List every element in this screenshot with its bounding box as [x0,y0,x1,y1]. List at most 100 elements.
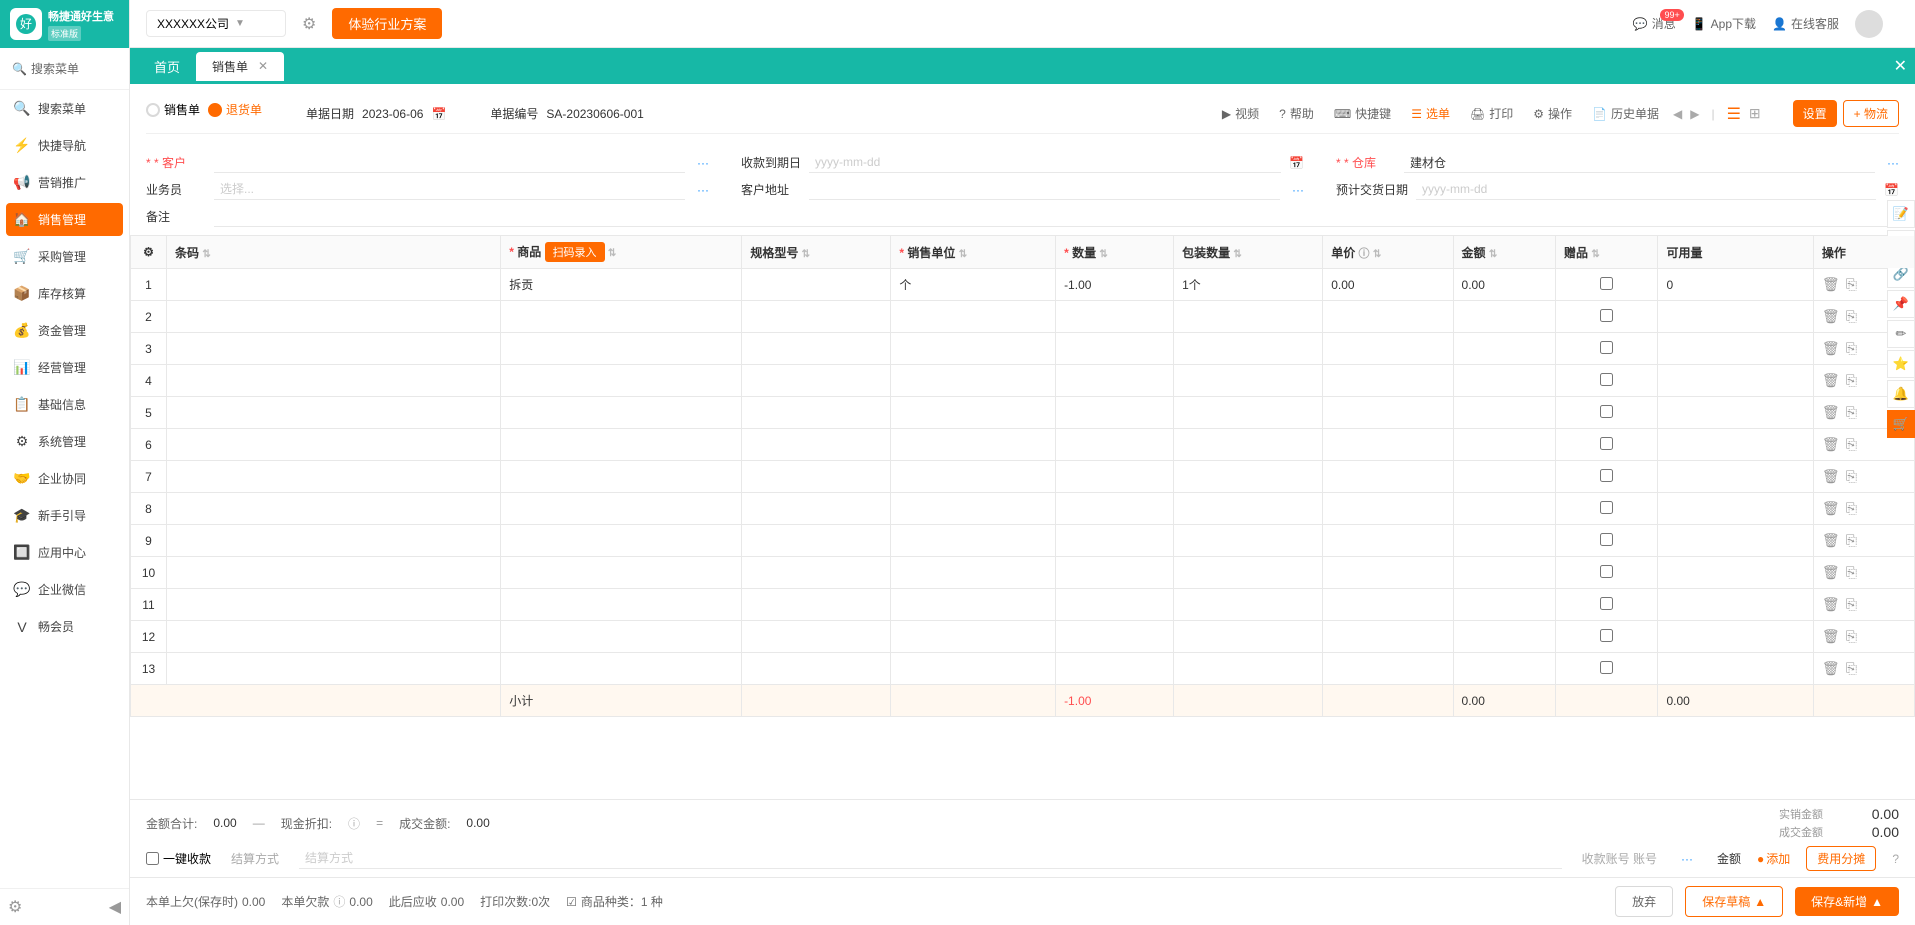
delete-icon-8[interactable]: 🗑 [1822,500,1840,517]
barcode-input-10[interactable] [175,566,492,580]
add-payment-btn[interactable]: ● 添加 [1757,850,1790,867]
settlement-input[interactable] [299,848,1562,869]
right-btn-8[interactable]: 🛒 [1887,410,1915,438]
barcode-input-12[interactable] [175,630,492,644]
cell-pkgqty-3[interactable] [1174,333,1323,365]
cell-price-1[interactable]: 0.00 [1323,269,1453,301]
cell-price-3[interactable] [1323,333,1453,365]
cell-barcode-13[interactable] [167,653,501,685]
delete-icon-6[interactable]: 🗑 [1822,436,1840,453]
gift-checkbox-7[interactable] [1600,469,1613,482]
cell-amount-7[interactable] [1453,461,1555,493]
cell-qty-7[interactable] [1056,461,1174,493]
copy-icon-13[interactable]: ⎘ [1846,660,1857,677]
shortcut-btn[interactable]: ⌨ 快捷键 [1328,103,1397,124]
warehouse-input[interactable] [1404,152,1875,173]
cell-spec-10[interactable] [742,557,891,589]
gift-checkbox-2[interactable] [1600,309,1613,322]
customer-input[interactable] [214,152,685,173]
onetime-checkbox[interactable] [146,852,159,865]
cell-unit-13[interactable] [891,653,1056,685]
sidebar-item-enterprise[interactable]: 🤝企业协同 [0,460,129,497]
discount-info-icon[interactable]: ⓘ [348,815,360,832]
delete-icon-3[interactable]: 🗑 [1822,340,1840,357]
sidebar-item-wechat[interactable]: 💬企业微信 [0,571,129,608]
barcode-input-13[interactable] [175,662,492,676]
cell-barcode-6[interactable] [167,429,501,461]
operate-btn[interactable]: ⚙ 操作 [1527,103,1578,124]
cell-amount-12[interactable] [1453,621,1555,653]
settings-gear-icon[interactable]: ⚙ [8,897,22,917]
close-all-icon[interactable]: ✕ [1894,56,1907,76]
delete-icon-5[interactable]: 🗑 [1822,404,1840,421]
logistics-button[interactable]: + 物流 [1843,100,1899,127]
barcode-input-9[interactable] [175,534,492,548]
cell-amount-6[interactable] [1453,429,1555,461]
cell-qty-12[interactable] [1056,621,1174,653]
message-btn[interactable]: 💬 消息 99+ [1633,15,1676,32]
delete-icon-13[interactable]: 🗑 [1822,660,1840,677]
cell-amount-8[interactable] [1453,493,1555,525]
cell-barcode-12[interactable] [167,621,501,653]
delete-icon-10[interactable]: 🗑 [1822,564,1840,581]
delete-icon-9[interactable]: 🗑 [1822,532,1840,549]
cell-gift-3[interactable] [1556,333,1658,365]
right-btn-5[interactable]: ✏ [1887,320,1915,348]
cell-amount-4[interactable] [1453,365,1555,397]
video-btn[interactable]: ▶ 视频 [1216,103,1265,124]
cell-spec-3[interactable] [742,333,891,365]
cell-barcode-5[interactable] [167,397,501,429]
cell-pkgqty-2[interactable] [1174,301,1323,333]
cell-product-10[interactable] [501,557,742,589]
cell-unit-12[interactable] [891,621,1056,653]
cell-unit-2[interactable] [891,301,1056,333]
right-btn-4[interactable]: 📌 [1887,290,1915,318]
cell-price-6[interactable] [1323,429,1453,461]
cell-product-6[interactable] [501,429,742,461]
cell-unit-1[interactable]: 个 [891,269,1056,301]
company-selector[interactable]: XXXXXX公司 ▼ [146,10,286,37]
cell-product-2[interactable] [501,301,742,333]
cell-spec-2[interactable] [742,301,891,333]
nav-next-icon[interactable]: ▶ [1690,107,1699,121]
cell-price-8[interactable] [1323,493,1453,525]
barcode-input-11[interactable] [175,598,492,612]
cell-spec-5[interactable] [742,397,891,429]
calendar-icon[interactable]: 📅 [431,107,446,121]
cell-unit-10[interactable] [891,557,1056,589]
expected-date-input[interactable] [1416,179,1876,200]
cell-amount-11[interactable] [1453,589,1555,621]
cell-spec-11[interactable] [742,589,891,621]
cell-spec-8[interactable] [742,493,891,525]
sidebar-item-inventory[interactable]: 📦库存核算 [0,275,129,312]
cell-qty-8[interactable] [1056,493,1174,525]
cell-amount-3[interactable] [1453,333,1555,365]
col-settings[interactable]: ⚙ [131,236,167,269]
copy-icon-12[interactable]: ⎘ [1846,628,1857,645]
copy-icon-7[interactable]: ⎘ [1846,468,1857,485]
expense-btn[interactable]: 费用分摊 [1806,846,1876,871]
cell-barcode-4[interactable] [167,365,501,397]
right-btn-6[interactable]: ⭐ [1887,350,1915,378]
cell-product-8[interactable] [501,493,742,525]
cell-gift-2[interactable] [1556,301,1658,333]
cell-spec-6[interactable] [742,429,891,461]
cell-product-3[interactable] [501,333,742,365]
discard-button[interactable]: 放弃 [1615,886,1673,917]
gift-checkbox-11[interactable] [1600,597,1613,610]
cell-pkgqty-12[interactable] [1174,621,1323,653]
gift-checkbox-1[interactable] [1600,277,1613,290]
account-more-icon[interactable]: ··· [1681,852,1693,866]
gift-checkbox-12[interactable] [1600,629,1613,642]
cell-spec-1[interactable] [742,269,891,301]
print-btn[interactable]: 🖨 打印 [1464,103,1519,124]
cell-gift-6[interactable] [1556,429,1658,461]
trial-button[interactable]: 体验行业方案 [332,8,442,39]
cell-barcode-11[interactable] [167,589,501,621]
cell-barcode-7[interactable] [167,461,501,493]
cell-spec-4[interactable] [742,365,891,397]
sidebar-item-purchase[interactable]: 🛒采购管理 [0,238,129,275]
salesman-more-icon[interactable]: ··· [697,183,709,197]
tab-sales[interactable]: 销售单 ✕ [196,52,284,81]
right-btn-7[interactable]: 🔔 [1887,380,1915,408]
